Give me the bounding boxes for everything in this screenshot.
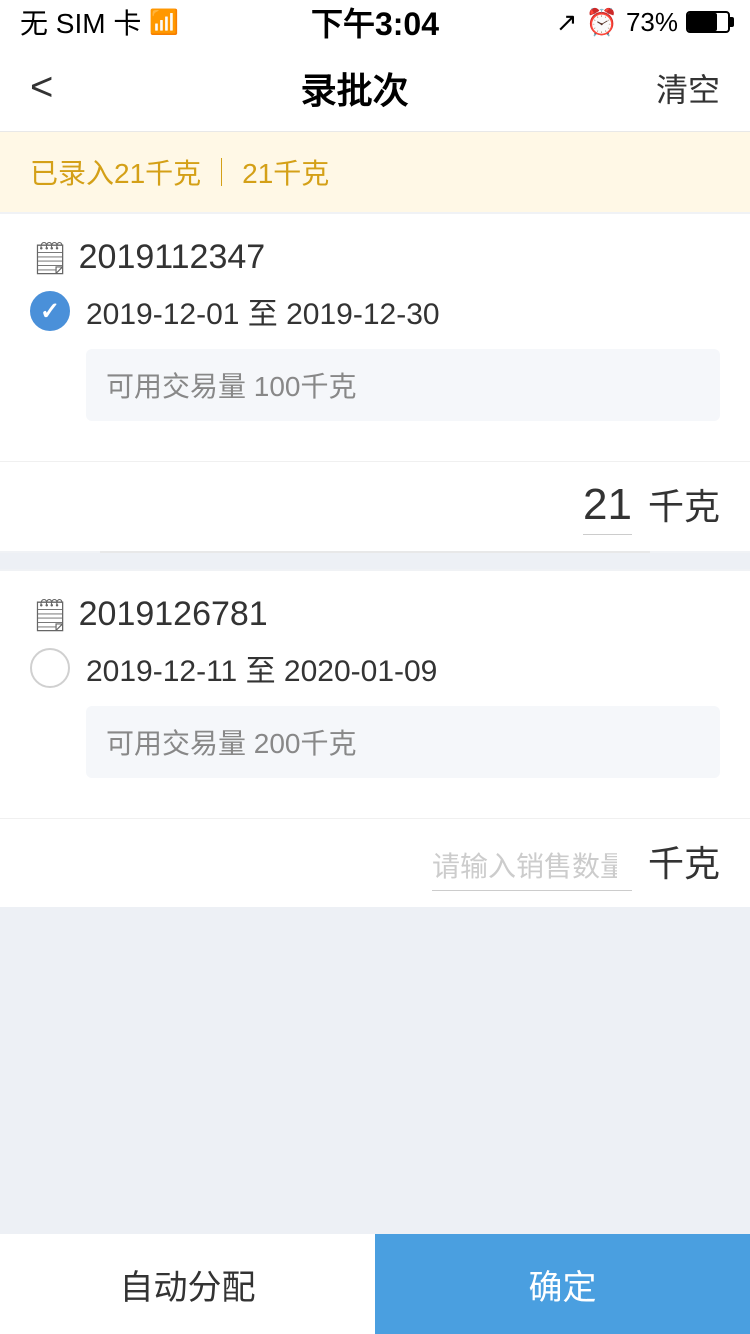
info-banner: 已录入21千克 21千克	[0, 132, 750, 212]
clear-button[interactable]: 清空	[656, 65, 720, 111]
batch-date-text-2: 2019-12-11 至 2020-01-09	[86, 646, 437, 690]
qty-value-1: 21	[583, 480, 632, 529]
qty-input-2[interactable]	[432, 841, 632, 886]
location-icon: ↗	[556, 7, 578, 38]
confirm-button[interactable]: 确定	[375, 1234, 750, 1334]
avail-box-2: 可用交易量 200千克	[86, 706, 720, 778]
section-divider	[0, 553, 750, 569]
avail-text-2: 可用交易量 200千克	[106, 728, 357, 759]
batch-card-1: 🗒 2019112347 2019-12-01 至 2019-12-30 可用交…	[0, 214, 750, 461]
auto-distribute-button[interactable]: 自动分配	[0, 1234, 375, 1334]
batch-id-row-1: 🗒 2019112347	[30, 238, 720, 277]
back-button[interactable]: <	[30, 65, 53, 110]
total-amount: 21千克	[242, 152, 329, 192]
batch-id-text-2: 2019126781	[79, 595, 268, 634]
status-bar: 无 SIM 卡 📶 下午3:04 ↗ ⏰ 73%	[0, 0, 750, 44]
carrier-text: 无 SIM 卡	[20, 2, 141, 42]
quantity-row-1: 21 千克	[0, 461, 750, 551]
batch-id-row-2: 🗒 2019126781	[30, 595, 720, 634]
bottom-buttons: 自动分配 确定	[0, 1234, 750, 1334]
batch-id-text-1: 2019112347	[79, 238, 266, 277]
qty-unit-2: 千克	[648, 835, 720, 887]
battery-icon	[686, 11, 730, 33]
quantity-row-2: 千克	[0, 818, 750, 907]
banner-divider	[221, 158, 222, 186]
radio-unselected-2[interactable]	[30, 648, 70, 688]
recorded-amount: 已录入21千克	[30, 152, 201, 192]
batch-date-row-2[interactable]: 2019-12-11 至 2020-01-09	[30, 646, 720, 690]
status-right: ↗ ⏰ 73%	[556, 7, 730, 38]
avail-text-1: 可用交易量 100千克	[106, 371, 357, 402]
batch-doc-icon-1: 🗒	[30, 239, 71, 277]
nav-bar: < 录批次 清空	[0, 44, 750, 132]
wifi-icon: 📶	[149, 8, 179, 37]
alarm-icon: ⏰	[586, 7, 618, 38]
qty-unit-1: 千克	[648, 478, 720, 530]
batch-date-row-1[interactable]: 2019-12-01 至 2019-12-30	[30, 289, 720, 333]
avail-box-1: 可用交易量 100千克	[86, 349, 720, 421]
batch-card-2: 🗒 2019126781 2019-12-11 至 2020-01-09 可用交…	[0, 571, 750, 818]
battery-text: 73%	[626, 7, 678, 38]
status-left: 无 SIM 卡 📶	[20, 2, 179, 42]
status-time: 下午3:04	[311, 0, 439, 45]
batch-date-text-1: 2019-12-01 至 2019-12-30	[86, 289, 440, 333]
page-title: 录批次	[301, 62, 409, 114]
radio-selected-1[interactable]	[30, 291, 70, 331]
batch-doc-icon-2: 🗒	[30, 596, 71, 634]
